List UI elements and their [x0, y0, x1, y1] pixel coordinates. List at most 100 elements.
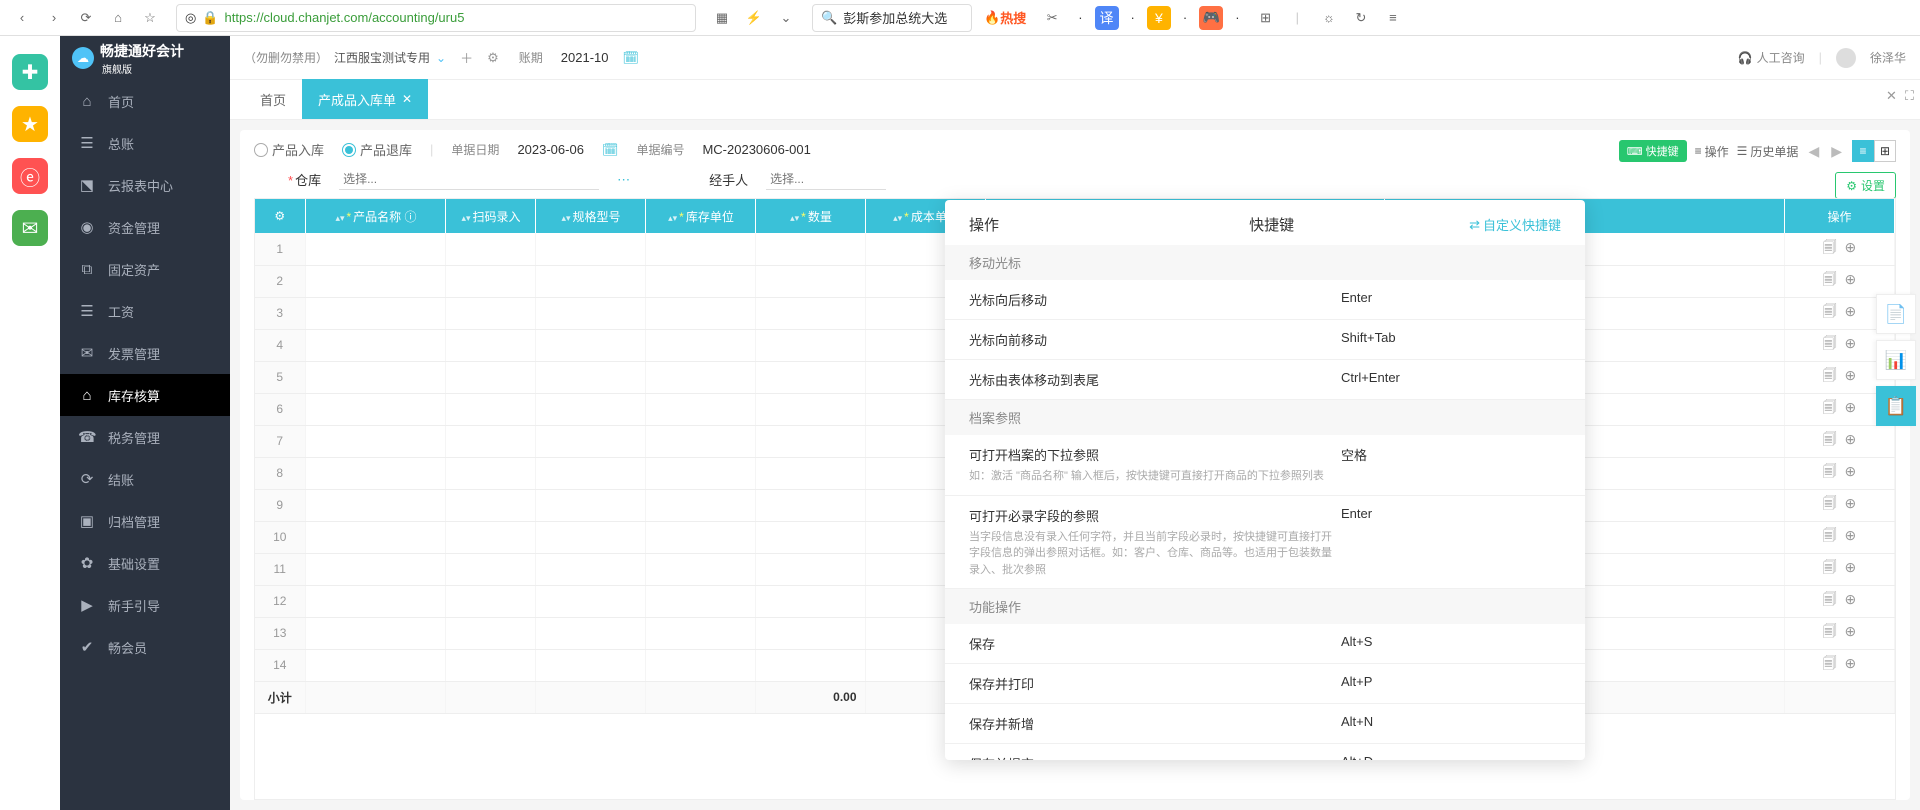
cell[interactable] [305, 233, 445, 265]
add-row-icon[interactable]: ⊕ [1845, 431, 1857, 447]
cell[interactable] [305, 521, 445, 553]
fullscreen-icon[interactable]: ⛶ [1905, 88, 1914, 104]
sidebar-item[interactable]: ☰总账 [60, 122, 230, 164]
add-row-icon[interactable]: ⊕ [1845, 463, 1857, 479]
theme-icon[interactable]: ☼ [1315, 4, 1343, 32]
list-view-button[interactable]: ≡ [1852, 140, 1874, 162]
cell[interactable] [645, 553, 755, 585]
cell[interactable] [445, 425, 535, 457]
cell[interactable] [305, 361, 445, 393]
warehouse-lookup-icon[interactable]: ⋯ [617, 172, 631, 188]
radio-product-out[interactable]: 产品退库 [342, 140, 412, 159]
cell[interactable] [755, 457, 865, 489]
cell[interactable] [535, 617, 645, 649]
cell[interactable] [755, 297, 865, 329]
copy-row-icon[interactable]: 🗐 [1823, 303, 1837, 319]
cell[interactable] [445, 361, 535, 393]
cell[interactable] [645, 233, 755, 265]
column-header[interactable]: 操作 [1785, 199, 1895, 233]
sidebar-item[interactable]: ✿基础设置 [60, 542, 230, 584]
cell[interactable] [305, 457, 445, 489]
gear-icon[interactable]: ⚙ [274, 209, 285, 223]
qr-icon[interactable]: ▦ [708, 4, 736, 32]
column-header[interactable]: ⚙ [255, 199, 305, 233]
cell[interactable] [305, 425, 445, 457]
favorite-button[interactable]: ☆ [136, 4, 164, 32]
cell[interactable] [445, 457, 535, 489]
prev-doc-button[interactable]: ◀ [1806, 143, 1821, 160]
column-header[interactable]: ▴▾规格型号 [535, 199, 645, 233]
avatar-icon[interactable] [1836, 48, 1856, 68]
next-doc-button[interactable]: ▶ [1829, 143, 1844, 160]
sidebar-item[interactable]: ☰工资 [60, 290, 230, 332]
copy-row-icon[interactable]: 🗐 [1823, 367, 1837, 383]
close-icon[interactable]: ✕ [402, 92, 412, 106]
column-header[interactable]: ▴▾*数量 [755, 199, 865, 233]
forward-button[interactable]: › [40, 4, 68, 32]
reload-button[interactable]: ⟳ [72, 4, 100, 32]
calendar-icon[interactable]: 🗓 [602, 142, 619, 158]
cell[interactable] [755, 553, 865, 585]
add-row-icon[interactable]: ⊕ [1845, 399, 1857, 415]
cell[interactable] [305, 617, 445, 649]
sidebar-item[interactable]: ✉发票管理 [60, 332, 230, 374]
cell[interactable] [445, 489, 535, 521]
game-icon[interactable]: 🎮 [1199, 6, 1223, 30]
sidebar-item[interactable]: ⧉固定资产 [60, 248, 230, 290]
cell[interactable] [645, 617, 755, 649]
cell[interactable] [755, 425, 865, 457]
add-row-icon[interactable]: ⊕ [1845, 655, 1857, 671]
add-row-icon[interactable]: ⊕ [1845, 623, 1857, 639]
org-selector[interactable]: （勿删勿禁用） 江西服宝测试专用 ⌄ [244, 49, 446, 66]
column-header[interactable]: ▴▾*库存单位 [645, 199, 755, 233]
shortcut-badge[interactable]: ⌨ 快捷键 [1619, 140, 1687, 162]
add-row-icon[interactable]: ⊕ [1845, 367, 1857, 383]
cell[interactable] [645, 297, 755, 329]
appbar-weibo-icon[interactable]: ⓔ [12, 158, 48, 194]
sidebar-item[interactable]: ▶新手引导 [60, 584, 230, 626]
cell[interactable] [535, 489, 645, 521]
cell[interactable] [305, 393, 445, 425]
cell[interactable] [755, 393, 865, 425]
cell[interactable] [755, 329, 865, 361]
cell[interactable] [755, 265, 865, 297]
add-row-icon[interactable]: ⊕ [1845, 527, 1857, 543]
sidebar-item[interactable]: ⌂库存核算 [60, 374, 230, 416]
cell[interactable] [535, 361, 645, 393]
cell[interactable] [535, 233, 645, 265]
copy-row-icon[interactable]: 🗐 [1823, 559, 1837, 575]
cell[interactable] [755, 521, 865, 553]
custom-shortcut-link[interactable]: ⇄自定义快捷键 [1469, 215, 1561, 234]
cell[interactable] [645, 649, 755, 681]
cell[interactable] [445, 649, 535, 681]
sidebar-item[interactable]: ⬔云报表中心 [60, 164, 230, 206]
calendar-icon[interactable]: 🗓 [623, 50, 640, 66]
hot-search-badge[interactable]: 🔥热搜 [984, 8, 1026, 27]
appbar-plus-icon[interactable]: ✚ [12, 54, 48, 90]
float-doc-icon[interactable]: 📄 [1876, 294, 1916, 334]
sidebar-item[interactable]: ✔畅会员 [60, 626, 230, 668]
support-link[interactable]: 🎧 人工咨询 [1738, 49, 1805, 66]
copy-row-icon[interactable]: 🗐 [1823, 591, 1837, 607]
add-row-icon[interactable]: ⊕ [1845, 591, 1857, 607]
cell[interactable] [755, 585, 865, 617]
apps-icon[interactable]: ⊞ [1252, 4, 1280, 32]
sidebar-item[interactable]: ◉资金管理 [60, 206, 230, 248]
copy-row-icon[interactable]: 🗐 [1823, 655, 1837, 671]
copy-row-icon[interactable]: 🗐 [1823, 399, 1837, 415]
tab-home[interactable]: 首页 [244, 79, 302, 119]
cell[interactable] [535, 521, 645, 553]
cell[interactable] [535, 393, 645, 425]
history-link[interactable]: ☰ 历史单据 [1737, 143, 1799, 160]
handler-select[interactable] [766, 169, 886, 190]
cell[interactable] [445, 617, 535, 649]
cell[interactable] [445, 553, 535, 585]
grid-view-button[interactable]: ⊞ [1874, 140, 1896, 162]
cell[interactable] [535, 297, 645, 329]
float-clipboard-icon[interactable]: 📋 [1876, 386, 1916, 426]
column-header[interactable]: ▴▾*产品名称 ⓘ [305, 199, 445, 233]
operations-link[interactable]: ≡ 操作 [1695, 143, 1729, 160]
copy-row-icon[interactable]: 🗐 [1823, 271, 1837, 287]
cell[interactable] [445, 521, 535, 553]
menu-icon[interactable]: ≡ [1379, 4, 1407, 32]
